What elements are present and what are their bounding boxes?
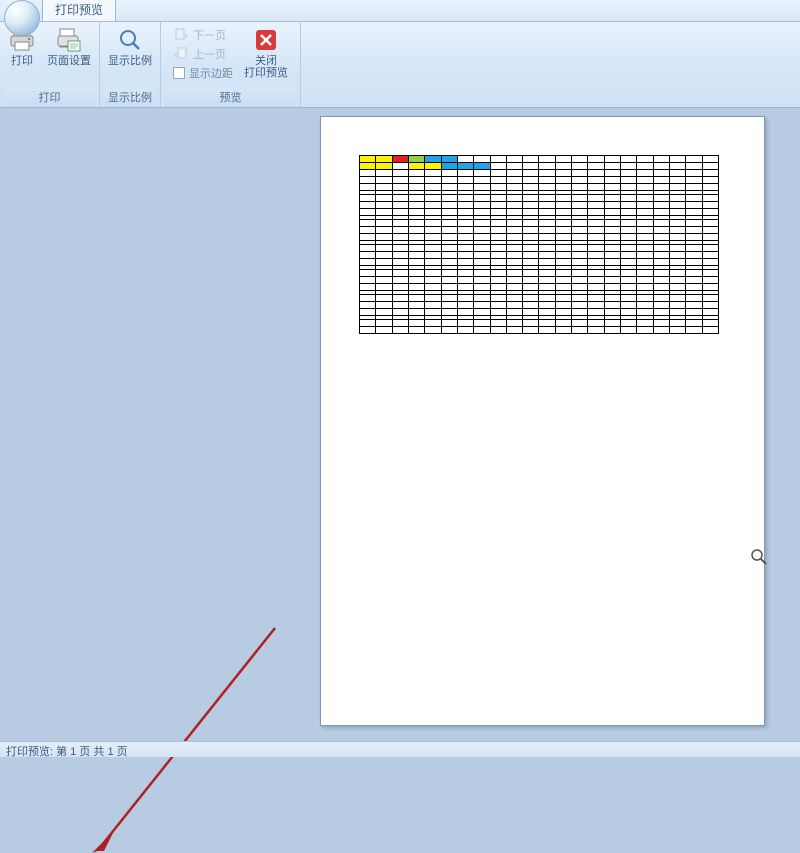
annotation-arrow xyxy=(90,623,280,853)
status-bar: 打印预览: 第 1 页 共 1 页 xyxy=(0,741,800,757)
office-orb[interactable] xyxy=(4,0,40,36)
close-label-2: 打印预览 xyxy=(244,67,288,79)
next-page-button: 下一页 xyxy=(169,26,237,44)
ribbon-group-zoom: 显示比例 显示比例 xyxy=(100,22,161,107)
magnifier-icon xyxy=(116,26,144,54)
prev-page-icon xyxy=(173,46,189,62)
zoom-button[interactable]: 显示比例 xyxy=(104,24,156,69)
zoom-label: 显示比例 xyxy=(108,55,152,67)
show-margins-label: 显示边距 xyxy=(189,65,233,81)
group-zoom-label: 显示比例 xyxy=(104,88,156,107)
page-content-grid xyxy=(359,155,719,334)
prev-page-label: 上一页 xyxy=(193,46,226,62)
title-bar: 打印预览 xyxy=(0,0,800,22)
close-label-1: 关闭 xyxy=(255,55,277,67)
ribbon-group-preview: 下一页 上一页 显示边距 xyxy=(161,22,301,107)
status-text: 打印预览: 第 1 页 共 1 页 xyxy=(6,746,128,758)
next-page-label: 下一页 xyxy=(193,27,226,43)
show-margins-checkbox[interactable]: 显示边距 xyxy=(169,64,237,82)
checkbox-icon xyxy=(173,67,185,79)
preview-page[interactable] xyxy=(320,116,765,726)
prev-page-button: 上一页 xyxy=(169,45,237,63)
close-icon xyxy=(252,26,280,54)
group-preview-label: 预览 xyxy=(165,88,296,107)
page-setup-icon xyxy=(55,26,83,54)
ribbon: 打印 页面设置 打印 xyxy=(0,22,800,108)
next-page-icon xyxy=(173,27,189,43)
preview-workspace[interactable] xyxy=(0,108,800,741)
page-setup-label: 页面设置 xyxy=(47,55,91,67)
tab-print-preview[interactable]: 打印预览 xyxy=(42,0,116,21)
zoom-cursor-icon xyxy=(750,548,768,566)
close-preview-button[interactable]: 关闭 打印预览 xyxy=(240,24,292,81)
page-setup-button[interactable]: 页面设置 xyxy=(43,24,95,69)
group-print-label: 打印 xyxy=(4,88,95,107)
print-label: 打印 xyxy=(11,55,33,67)
